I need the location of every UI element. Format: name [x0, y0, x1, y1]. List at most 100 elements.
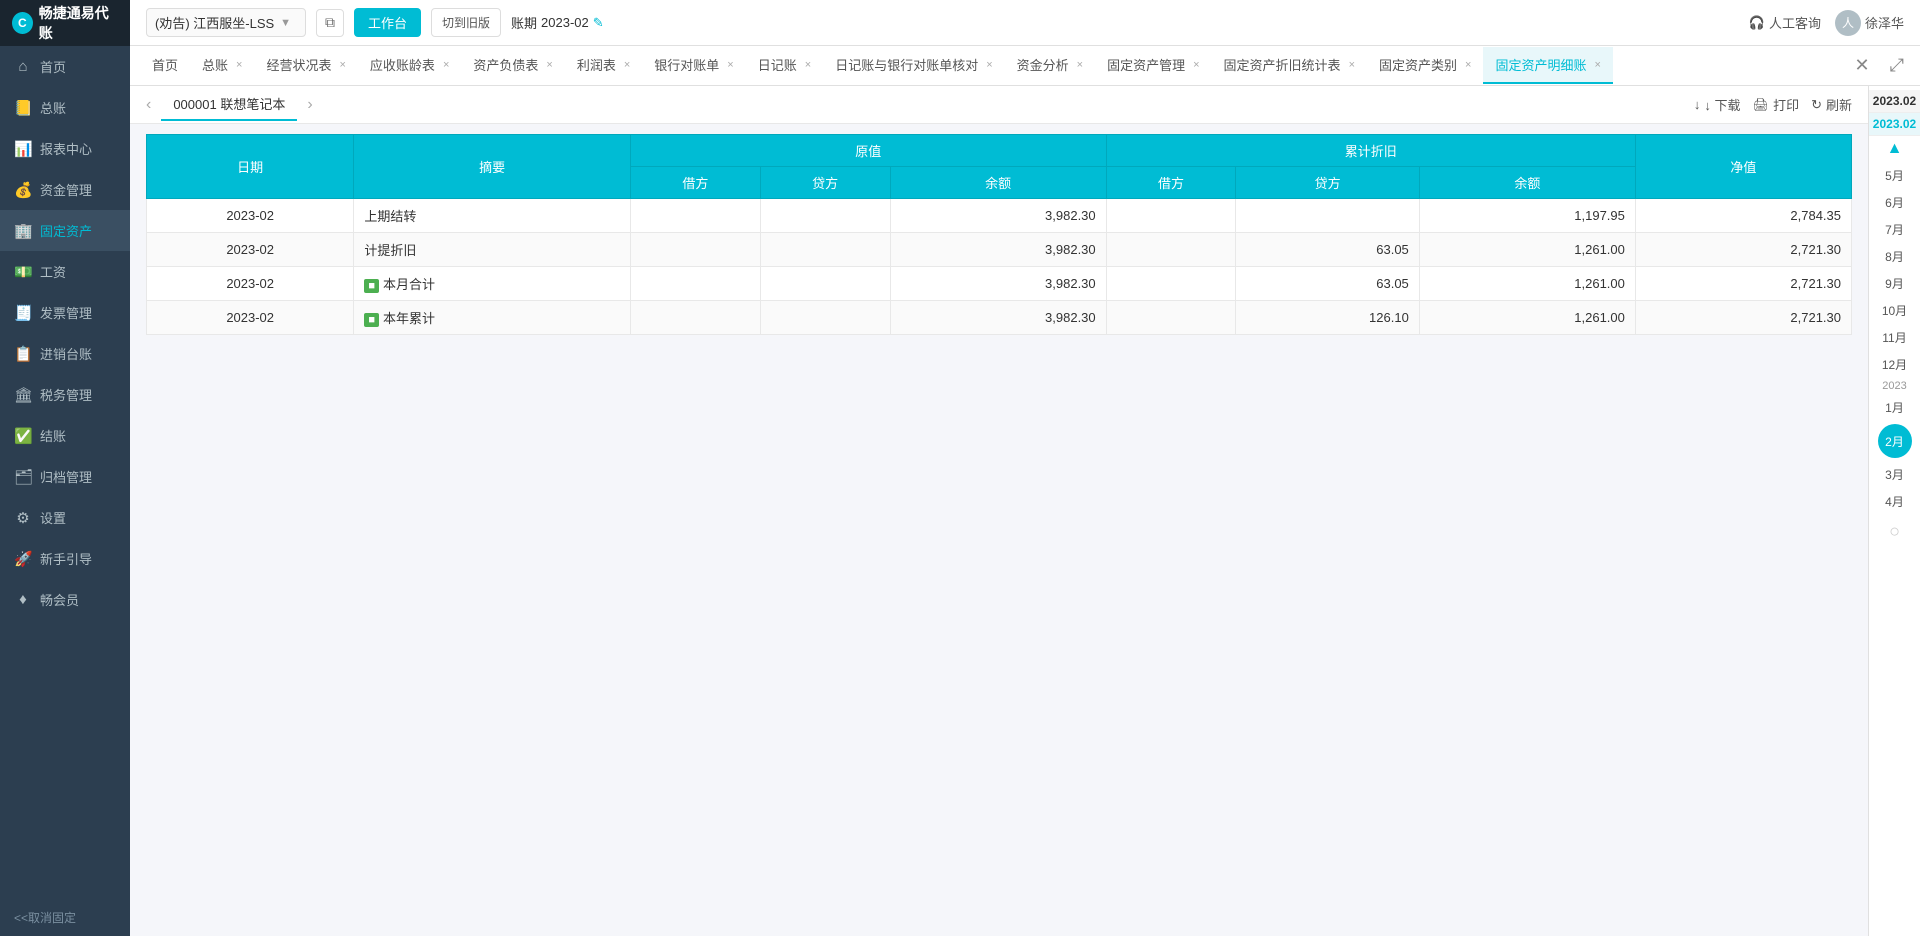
- user-profile-btn[interactable]: 人 徐泽华: [1835, 10, 1904, 36]
- date-panel-up-btn[interactable]: ▲: [1883, 136, 1907, 162]
- sub-tab-next-btn[interactable]: ›: [307, 96, 312, 114]
- download-btn[interactable]: ↓ ↓ 下载: [1694, 95, 1741, 114]
- copy-company-btn[interactable]: ⧉: [316, 9, 344, 37]
- sidebar-item-guide[interactable]: 🚀 新手引导: [0, 538, 130, 579]
- sidebar-unpin-btn[interactable]: <<取消固定: [0, 899, 130, 936]
- th-orig-credit: 贷方: [760, 167, 890, 199]
- tab-profit[interactable]: 利润表 ×: [565, 47, 642, 84]
- tab-fixed-assets-depreciation-label: 固定资产折旧统计表: [1224, 55, 1341, 74]
- period-edit-icon[interactable]: ✎: [593, 15, 604, 31]
- tab-journal-bank-check-label: 日记账与银行对账单核对: [835, 55, 978, 74]
- tab-journal-bank-check-close[interactable]: ×: [986, 59, 992, 71]
- tab-operation-label: 经营状况表: [266, 55, 331, 74]
- tab-receivable[interactable]: 应收账龄表 ×: [358, 47, 461, 84]
- sidebar-item-home[interactable]: ⌂ 首页: [0, 46, 130, 87]
- sidebar-item-checkout[interactable]: ✅ 结账: [0, 415, 130, 456]
- tab-balance-sheet[interactable]: 资产负债表 ×: [461, 47, 564, 84]
- maximize-tab-btn[interactable]: ⤢: [1884, 53, 1910, 78]
- tab-fixed-assets-depreciation-close[interactable]: ×: [1349, 59, 1355, 71]
- sidebar-item-ledger[interactable]: 📒 总账: [0, 87, 130, 128]
- company-selector[interactable]: (劝告) 江西服坐-LSS ▼: [146, 8, 306, 37]
- tax-icon: 🏛: [14, 386, 32, 404]
- date-panel: 2023.02 2023.02 ▲ 5月 6月 7月 8月 9月 10月 11月…: [1868, 86, 1920, 936]
- sidebar-item-vip[interactable]: ♦ 畅会员: [0, 579, 130, 620]
- tab-fixed-assets-detail[interactable]: 固定资产明细账 ×: [1483, 47, 1612, 84]
- tab-fixed-assets-mgmt-label: 固定资产管理: [1107, 55, 1185, 74]
- date-month-11[interactable]: 11月: [1869, 324, 1920, 351]
- date-month-9[interactable]: 9月: [1869, 270, 1920, 297]
- cell-date-1: 2023-02: [147, 233, 354, 267]
- user-service-btn[interactable]: 🎧 人工客询: [1749, 13, 1821, 32]
- sidebar-item-purchase-sales[interactable]: 📋 进销台账: [0, 333, 130, 374]
- close-all-tabs-btn[interactable]: ✕: [1849, 53, 1876, 78]
- refresh-btn[interactable]: ↻ 刷新: [1811, 95, 1852, 114]
- date-month-4[interactable]: 4月: [1869, 488, 1920, 515]
- content-area: ‹ 000001 联想笔记本 › ↓ ↓ 下载 🖨 打印 ↻: [130, 86, 1920, 936]
- cell-orig-balance-1: 3,982.30: [890, 233, 1106, 267]
- cell-orig-credit-2: [760, 267, 890, 301]
- tab-ledger-close[interactable]: ×: [236, 59, 242, 71]
- tab-fixed-assets-mgmt[interactable]: 固定资产管理 ×: [1095, 47, 1211, 84]
- tab-capital-analysis-close[interactable]: ×: [1077, 59, 1083, 71]
- sidebar-label-purchase-sales: 进销台账: [40, 344, 92, 363]
- tab-fixed-assets-category-label: 固定资产类别: [1379, 55, 1457, 74]
- date-group-current-year: 1月 2月 3月 4月: [1869, 394, 1920, 515]
- date-month-1[interactable]: 1月: [1869, 394, 1920, 421]
- tab-fixed-assets-depreciation[interactable]: 固定资产折旧统计表 ×: [1212, 47, 1367, 84]
- tab-fixed-assets-mgmt-close[interactable]: ×: [1193, 59, 1199, 71]
- tab-bank-statement-close[interactable]: ×: [727, 59, 733, 71]
- tab-home[interactable]: 首页: [140, 47, 190, 84]
- date-month-2-active[interactable]: 2月: [1878, 424, 1912, 458]
- sidebar-item-tax[interactable]: 🏛 税务管理: [0, 374, 130, 415]
- tab-operation-close[interactable]: ×: [339, 59, 345, 71]
- tab-bank-statement[interactable]: 银行对账单 ×: [642, 47, 745, 84]
- ledger-icon: 📒: [14, 99, 32, 117]
- tab-journal-bank-check[interactable]: 日记账与银行对账单核对 ×: [823, 47, 1004, 84]
- report-icon: 📊: [14, 140, 32, 158]
- sidebar-item-archive[interactable]: 🗂 归档管理: [0, 456, 130, 497]
- cell-orig-credit-0: [760, 199, 890, 233]
- sidebar-item-invoice[interactable]: 🧾 发票管理: [0, 292, 130, 333]
- workbench-button[interactable]: 工作台: [354, 8, 421, 37]
- date-month-12[interactable]: 12月: [1869, 351, 1920, 378]
- tab-ledger[interactable]: 总账 ×: [190, 47, 254, 84]
- tab-profit-label: 利润表: [577, 55, 616, 74]
- avatar: 人: [1835, 10, 1861, 36]
- tab-journal[interactable]: 日记账 ×: [746, 47, 823, 84]
- sidebar-item-salary[interactable]: 💵 工资: [0, 251, 130, 292]
- sidebar-item-settings[interactable]: ⚙ 设置: [0, 497, 130, 538]
- date-month-6[interactable]: 6月: [1869, 189, 1920, 216]
- tab-capital-analysis[interactable]: 资金分析 ×: [1005, 47, 1095, 84]
- archive-icon: 🗂: [14, 468, 32, 486]
- date-month-10[interactable]: 10月: [1869, 297, 1920, 324]
- sidebar-label-report: 报表中心: [40, 139, 92, 158]
- cell-date-3: 2023-02: [147, 301, 354, 335]
- tab-balance-sheet-close[interactable]: ×: [546, 59, 552, 71]
- sidebar-item-report[interactable]: 📊 报表中心: [0, 128, 130, 169]
- sub-tab-prev-btn[interactable]: ‹: [146, 96, 151, 114]
- date-month-3[interactable]: 3月: [1869, 461, 1920, 488]
- tab-fixed-assets-category[interactable]: 固定资产类别 ×: [1367, 47, 1483, 84]
- date-month-5[interactable]: 5月: [1869, 162, 1920, 189]
- sidebar-item-capital[interactable]: 💰 资金管理: [0, 169, 130, 210]
- tab-fixed-assets-category-close[interactable]: ×: [1465, 59, 1471, 71]
- th-original-value: 原值: [630, 135, 1106, 167]
- tab-receivable-close[interactable]: ×: [443, 59, 449, 71]
- switch-old-version-button[interactable]: 切到旧版: [431, 8, 501, 37]
- main-area: (劝告) 江西服坐-LSS ▼ ⧉ 工作台 切到旧版 账期 2023-02 ✎ …: [130, 0, 1920, 936]
- print-btn[interactable]: 🖨 打印: [1753, 95, 1800, 114]
- date-month-8[interactable]: 8月: [1869, 243, 1920, 270]
- tab-fixed-assets-detail-close[interactable]: ×: [1594, 59, 1600, 71]
- cell-orig-balance-2: 3,982.30: [890, 267, 1106, 301]
- th-orig-debit: 借方: [630, 167, 760, 199]
- headset-icon: 🎧: [1749, 15, 1765, 31]
- tab-journal-close[interactable]: ×: [805, 59, 811, 71]
- sub-tab-asset[interactable]: 000001 联想笔记本: [161, 88, 297, 121]
- cell-net-value-2: 2,721.30: [1635, 267, 1851, 301]
- cell-accum-balance-0: 1,197.95: [1419, 199, 1635, 233]
- tab-profit-close[interactable]: ×: [624, 59, 630, 71]
- tab-operation[interactable]: 经营状况表 ×: [254, 47, 357, 84]
- sidebar-item-fixed-assets[interactable]: 🏢 固定资产: [0, 210, 130, 251]
- date-month-7[interactable]: 7月: [1869, 216, 1920, 243]
- company-dropdown-icon: ▼: [280, 17, 291, 29]
